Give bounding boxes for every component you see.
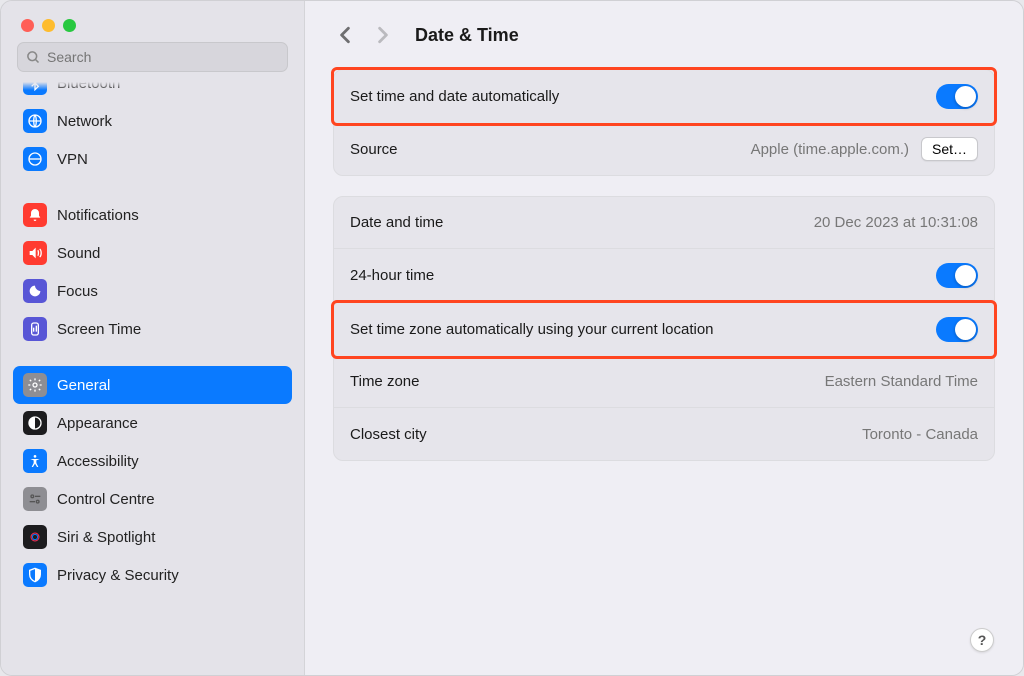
- sidebar-item-notifications[interactable]: Notifications: [13, 196, 292, 234]
- search-input[interactable]: [17, 42, 288, 72]
- sidebar-item-control-centre[interactable]: Control Centre: [13, 480, 292, 518]
- sidebar-item-label: Focus: [57, 283, 98, 300]
- toggle-auto-time[interactable]: [936, 84, 978, 109]
- row-timezone: Time zone Eastern Standard Time: [334, 356, 994, 408]
- sidebar-item-label: Control Centre: [57, 491, 155, 508]
- set-source-button[interactable]: Set…: [921, 137, 978, 161]
- sound-icon: [23, 241, 47, 265]
- sidebar-item-sound[interactable]: Sound: [13, 234, 292, 272]
- sidebar-item-label: Appearance: [57, 415, 138, 432]
- toggle-24hour[interactable]: [936, 263, 978, 288]
- sidebar-item-label: Accessibility: [57, 453, 139, 470]
- focus-icon: [23, 279, 47, 303]
- sidebar-item-label: General: [57, 377, 110, 394]
- sidebar-item-privacy-security[interactable]: Privacy & Security: [13, 556, 292, 594]
- sidebar-item-network[interactable]: Network: [13, 102, 292, 140]
- sidebar-nav[interactable]: Bluetooth Network VPN Notifications Sound Foc…: [1, 82, 304, 675]
- row-source: Source Apple (time.apple.com.) Set…: [334, 123, 994, 175]
- forward-button: [371, 23, 395, 47]
- toggle-auto-timezone[interactable]: [936, 317, 978, 342]
- controlcentre-icon: [23, 487, 47, 511]
- row-closest-city: Closest city Toronto - Canada: [334, 408, 994, 460]
- sidebar-item-bluetooth[interactable]: Bluetooth: [13, 82, 292, 102]
- privacy-icon: [23, 563, 47, 587]
- sidebar-item-label: Screen Time: [57, 321, 141, 338]
- sidebar: Bluetooth Network VPN Notifications Sound Foc…: [1, 1, 305, 675]
- main-panel: Date & Time Set time and date automatica…: [305, 1, 1023, 675]
- general-icon: [23, 373, 47, 397]
- vpn-icon: [23, 147, 47, 171]
- sidebar-item-general[interactable]: General: [13, 366, 292, 404]
- settings-group-2: Date and time 20 Dec 2023 at 10:31:08 24…: [333, 196, 995, 461]
- page-title: Date & Time: [415, 25, 519, 46]
- maximize-window-button[interactable]: [63, 19, 76, 32]
- sidebar-item-vpn[interactable]: VPN: [13, 140, 292, 178]
- close-window-button[interactable]: [21, 19, 34, 32]
- row-date-time: Date and time 20 Dec 2023 at 10:31:08: [334, 197, 994, 249]
- accessibility-icon: [23, 449, 47, 473]
- header: Date & Time: [305, 1, 1023, 65]
- sidebar-item-siri-spotlight[interactable]: Siri & Spotlight: [13, 518, 292, 556]
- appearance-icon: [23, 411, 47, 435]
- search-icon: [26, 50, 41, 65]
- siri-icon: [23, 525, 47, 549]
- sidebar-item-label: VPN: [57, 151, 88, 168]
- notifications-icon: [23, 203, 47, 227]
- help-button[interactable]: ?: [970, 628, 994, 652]
- screentime-icon: [23, 317, 47, 341]
- row-24hour: 24-hour time: [334, 249, 994, 303]
- settings-group-1: Set time and date automatically Source A…: [333, 69, 995, 176]
- row-auto-time: Set time and date automatically: [334, 70, 994, 123]
- minimize-window-button[interactable]: [42, 19, 55, 32]
- traffic-lights: [1, 1, 304, 42]
- sidebar-item-focus[interactable]: Focus: [13, 272, 292, 310]
- network-icon: [23, 109, 47, 133]
- sidebar-item-label: Siri & Spotlight: [57, 529, 155, 546]
- sidebar-item-screen-time[interactable]: Screen Time: [13, 310, 292, 348]
- sidebar-item-appearance[interactable]: Appearance: [13, 404, 292, 442]
- sidebar-item-label: Bluetooth: [57, 82, 120, 92]
- sidebar-item-label: Privacy & Security: [57, 567, 179, 584]
- sidebar-item-label: Notifications: [57, 207, 139, 224]
- sidebar-item-label: Sound: [57, 245, 100, 262]
- sidebar-item-accessibility[interactable]: Accessibility: [13, 442, 292, 480]
- row-auto-timezone: Set time zone automatically using your c…: [334, 303, 994, 356]
- bluetooth-icon: [23, 82, 47, 95]
- back-button[interactable]: [333, 23, 357, 47]
- sidebar-item-label: Network: [57, 113, 112, 130]
